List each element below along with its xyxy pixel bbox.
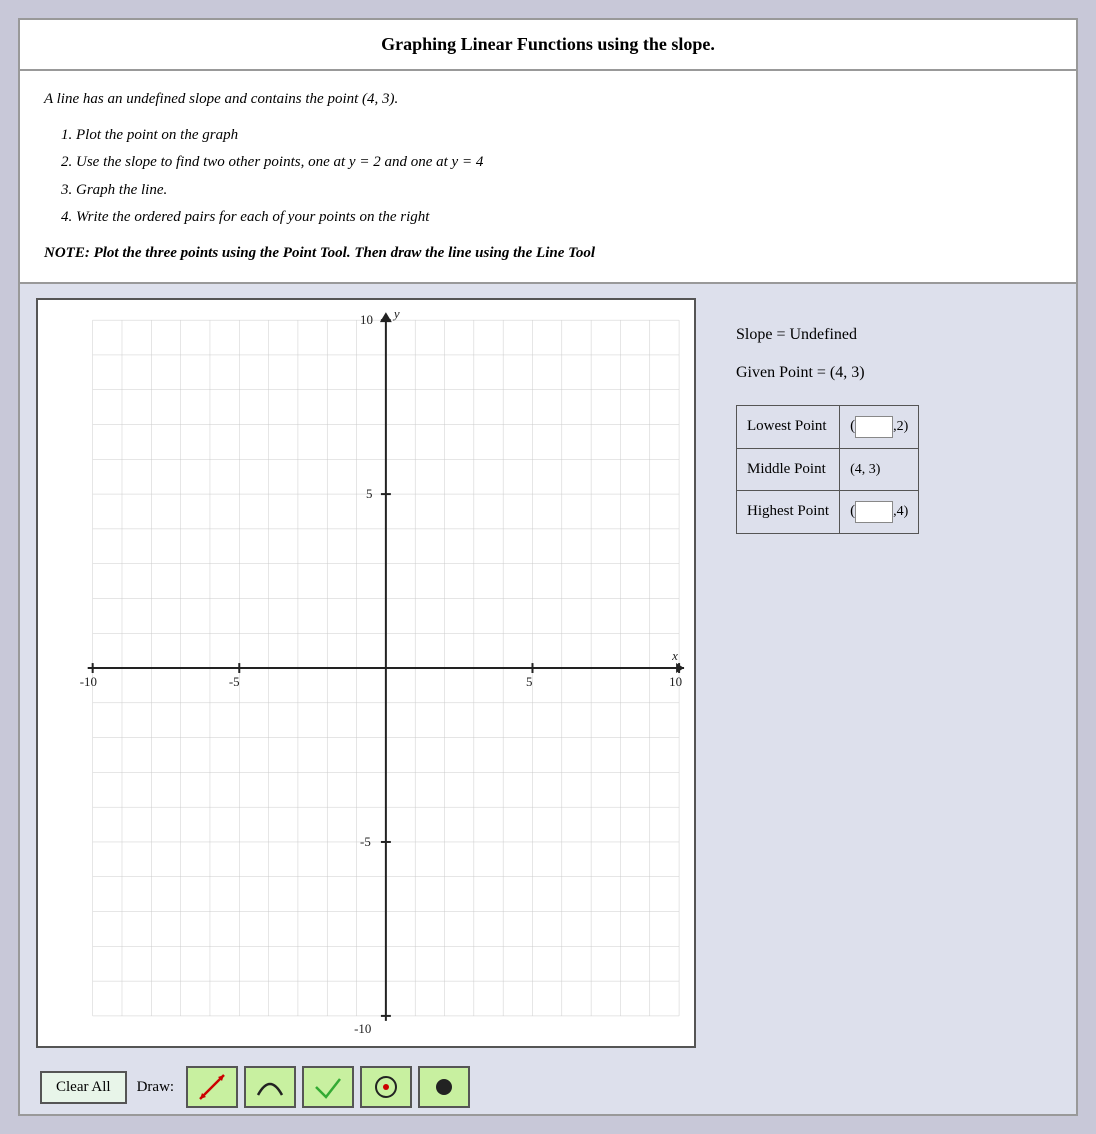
lowest-point-value-cell: ( ,2): [840, 406, 919, 449]
highest-point-input-group: ( ,4): [850, 496, 908, 528]
step-3: Graph the line.: [76, 178, 1052, 204]
title-bar: Graphing Linear Functions using the slop…: [20, 20, 1076, 71]
slope-info: Slope = Undefined Given Point = (4, 3): [736, 318, 1040, 389]
circle-tool-button[interactable]: [360, 1066, 412, 1108]
draw-label: Draw:: [137, 1079, 175, 1096]
svg-text:-5: -5: [360, 834, 371, 849]
graph-svg[interactable]: .grid-minor { stroke: #ccc; stroke-width…: [38, 300, 694, 1046]
slope-label: Slope = Undefined: [736, 318, 1040, 352]
lowest-point-fixed: ,2): [893, 412, 908, 441]
svg-text:-10: -10: [80, 674, 97, 689]
middle-point-row: Middle Point (4, 3): [737, 448, 919, 491]
lowest-point-row: Lowest Point ( ,2): [737, 406, 919, 449]
problem-section: A line has an undefined slope and contai…: [20, 71, 1076, 284]
middle-point-label: Middle Point: [737, 448, 840, 491]
toolbar: Clear All Draw:: [36, 1060, 474, 1114]
svg-text:5: 5: [366, 486, 372, 501]
lowest-point-x-input[interactable]: [855, 416, 893, 438]
graph-area: .grid-minor { stroke: #ccc; stroke-width…: [36, 298, 696, 1114]
svg-text:x: x: [671, 648, 678, 663]
page-title: Graphing Linear Functions using the slop…: [381, 34, 715, 54]
svg-text:-5: -5: [229, 674, 240, 689]
note-text: NOTE: Plot the three points using the Po…: [44, 241, 1052, 267]
svg-text:5: 5: [526, 674, 532, 689]
svg-text:y: y: [392, 306, 400, 321]
svg-text:-10: -10: [354, 1021, 371, 1036]
highest-point-row: Highest Point ( ,4): [737, 491, 919, 534]
step-2: Use the slope to find two other points, …: [76, 150, 1052, 176]
curve-tool-button[interactable]: [244, 1066, 296, 1108]
steps-list: Plot the point on the graph Use the slop…: [76, 123, 1052, 231]
main-container: Graphing Linear Functions using the slop…: [18, 18, 1078, 1116]
step-1: Plot the point on the graph: [76, 123, 1052, 149]
svg-text:10: 10: [669, 674, 682, 689]
highest-point-value-cell: ( ,4): [840, 491, 919, 534]
highest-point-fixed: ,4): [893, 497, 908, 526]
content-row: .grid-minor { stroke: #ccc; stroke-width…: [20, 284, 1076, 1114]
lowest-point-input-group: ( ,2): [850, 411, 908, 443]
clear-all-button[interactable]: Clear All: [40, 1071, 127, 1104]
problem-intro: A line has an undefined slope and contai…: [44, 87, 1052, 113]
graph-wrapper[interactable]: .grid-minor { stroke: #ccc; stroke-width…: [36, 298, 696, 1048]
svg-text:10: 10: [360, 312, 373, 327]
given-point-label: Given Point = (4, 3): [736, 356, 1040, 390]
line-tool-button[interactable]: [186, 1066, 238, 1108]
middle-point-value-cell: (4, 3): [840, 448, 919, 491]
step-4: Write the ordered pairs for each of your…: [76, 205, 1052, 231]
right-panel: Slope = Undefined Given Point = (4, 3) L…: [696, 298, 1060, 534]
highest-point-x-input[interactable]: [855, 501, 893, 523]
point-tool-button[interactable]: [418, 1066, 470, 1108]
middle-point-value: (4, 3): [850, 462, 880, 477]
lowest-point-label: Lowest Point: [737, 406, 840, 449]
highest-point-label: Highest Point: [737, 491, 840, 534]
points-table: Lowest Point ( ,2) Middle Point: [736, 405, 919, 534]
check-tool-button[interactable]: [302, 1066, 354, 1108]
